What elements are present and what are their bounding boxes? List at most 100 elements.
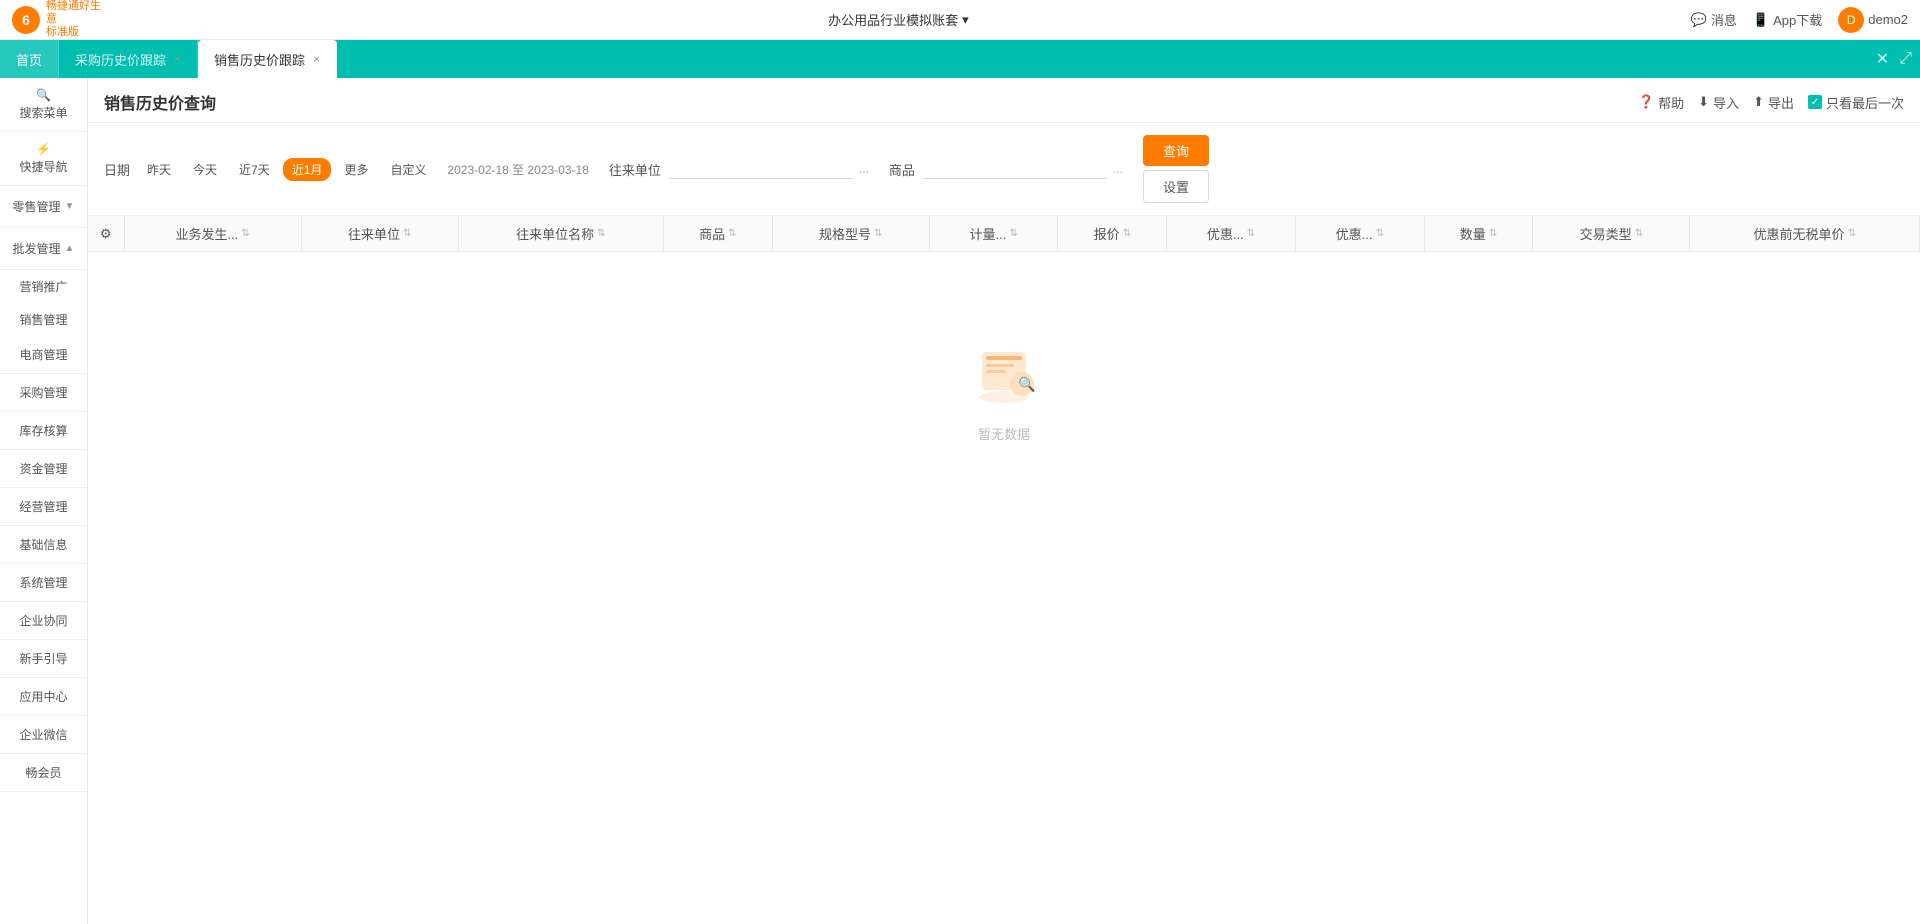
only-last-checkbox[interactable]: 只看最后一次 — [1808, 93, 1904, 112]
partner-input-group: ... — [669, 159, 869, 179]
date-btn-more[interactable]: 更多 — [335, 158, 377, 181]
date-buttons: 昨天 今天 近7天 近1月 更多 自定义 — [138, 158, 435, 181]
chevron-down-icon: ▼ — [65, 201, 75, 212]
help-button[interactable]: ❓ 帮助 — [1638, 93, 1684, 112]
fullscreen-action[interactable]: ⤢ — [1899, 50, 1912, 68]
th-partner-code[interactable]: 往来单位 ⇅ — [301, 216, 458, 252]
table-header-row: ⚙ 业务发生... ⇅ 往来单位 ⇅ — [88, 216, 1920, 252]
partner-label: 往来单位 — [609, 160, 661, 179]
sidebar-item-appstore[interactable]: 应用中心 — [0, 678, 87, 716]
th-biz-date[interactable]: 业务发生... ⇅ — [124, 216, 301, 252]
sort-icon: ⇅ — [403, 228, 411, 239]
th-price[interactable]: 报价 ⇅ — [1058, 216, 1167, 252]
sort-icon: ⇅ — [1489, 228, 1497, 239]
app-download-button[interactable]: 📱 App下载 — [1753, 10, 1822, 29]
th-discount1[interactable]: 优惠... ⇅ — [1167, 216, 1296, 252]
date-btn-7days[interactable]: 近7天 — [230, 158, 279, 181]
partner-dots: ... — [859, 162, 869, 176]
app-selector[interactable]: 办公用品行业模拟账套 ▾ — [828, 10, 969, 29]
sidebar-item-wechat[interactable]: 企业微信 — [0, 716, 87, 754]
tab-purchase[interactable]: 采购历史价跟踪 × — [59, 40, 198, 78]
sidebar-item-member[interactable]: 畅会员 — [0, 754, 87, 792]
close-purchase-tab[interactable]: × — [174, 52, 181, 66]
th-trade-type[interactable]: 交易类型 ⇅ — [1533, 216, 1690, 252]
close-tab-action[interactable]: ✕ — [1876, 49, 1889, 69]
th-spec[interactable]: 规格型号 ⇅ — [772, 216, 929, 252]
tabbar-actions: ✕ ⤢ — [1868, 40, 1920, 78]
date-btn-yesterday[interactable]: 昨天 — [138, 158, 180, 181]
sidebar-item-finance[interactable]: 资金管理 — [0, 450, 87, 488]
empty-state: 🔍 暂无数据 — [88, 252, 1920, 523]
import-button[interactable]: ⬇ 导入 — [1698, 93, 1739, 112]
th-product[interactable]: 商品 ⇅ — [664, 216, 773, 252]
content-area: 销售历史价查询 ❓ 帮助 ⬇ 导入 ⬆ 导出 只看最后一次 — [88, 78, 1920, 924]
sort-icon: ⇅ — [728, 228, 736, 239]
user-menu[interactable]: D demo2 — [1838, 7, 1908, 33]
th-settings[interactable]: ⚙ — [88, 216, 124, 252]
sidebar-item-guide[interactable]: 新手引导 — [0, 640, 87, 678]
date-btn-1month[interactable]: 近1月 — [283, 158, 332, 181]
sort-icon: ⇅ — [597, 228, 605, 239]
th-quantity[interactable]: 数量 ⇅ — [1424, 216, 1533, 252]
partner-input[interactable] — [669, 159, 853, 179]
sort-icon: ⇅ — [874, 228, 882, 239]
query-button[interactable]: 查询 — [1143, 135, 1209, 166]
topbar-right: 💬 消息 📱 App下载 D demo2 — [1691, 7, 1908, 33]
product-dots: ... — [1113, 162, 1123, 176]
avatar: D — [1838, 7, 1864, 33]
topbar: 6 畅捷通好生意 标准版 办公用品行业模拟账套 ▾ 💬 消息 📱 App下载 D… — [0, 0, 1920, 40]
product-filter-group: 商品 ... — [889, 159, 1123, 179]
product-input[interactable] — [923, 159, 1107, 179]
date-label: 日期 — [104, 160, 130, 179]
sidebar-item-ecommerce[interactable]: 电商管理 — [0, 336, 87, 374]
sidebar-item-inventory[interactable]: 库存核算 — [0, 412, 87, 450]
sidebar-item-enterprise[interactable]: 企业协同 — [0, 602, 87, 640]
sidebar-item-search[interactable]: 🔍 搜索菜单 — [0, 78, 87, 132]
export-button[interactable]: ⬆ 导出 — [1753, 93, 1794, 112]
chevron-down-icon: ▾ — [962, 12, 969, 28]
filter-bar: 日期 昨天 今天 近7天 近1月 更多 自定义 2023-02-18 至 202… — [88, 123, 1920, 216]
tabbar: 首页 采购历史价跟踪 × 销售历史价跟踪 × ✕ ⤢ — [0, 40, 1920, 78]
tab-sales[interactable]: 销售历史价跟踪 × — [198, 40, 337, 78]
sidebar: 🔍 搜索菜单 ⚡ 快捷导航 零售管理 ▼ 批发管理 ▲ 营销推广 销售管理 电商… — [0, 78, 88, 924]
sidebar-item-quicknav[interactable]: ⚡ 快捷导航 — [0, 132, 87, 186]
sort-icon: ⇅ — [1247, 228, 1255, 239]
sidebar-item-system[interactable]: 系统管理 — [0, 564, 87, 602]
sidebar-item-marketing[interactable]: 营销推广 — [0, 270, 87, 303]
sidebar-item-wholesale[interactable]: 批发管理 ▲ — [0, 228, 87, 270]
empty-text: 暂无数据 — [978, 424, 1030, 443]
tab-home[interactable]: 首页 — [0, 40, 59, 78]
close-sales-tab[interactable]: × — [313, 52, 320, 66]
th-partner-name[interactable]: 往来单位名称 ⇅ — [458, 216, 663, 252]
sidebar-item-purchase[interactable]: 采购管理 — [0, 374, 87, 412]
svg-text:🔍: 🔍 — [1018, 375, 1035, 393]
page-header: 销售历史价查询 ❓ 帮助 ⬇ 导入 ⬆ 导出 只看最后一次 — [88, 78, 1920, 123]
date-btn-today[interactable]: 今天 — [184, 158, 226, 181]
sidebar-item-retail[interactable]: 零售管理 ▼ — [0, 186, 87, 228]
table-container: ⚙ 业务发生... ⇅ 往来单位 ⇅ — [88, 216, 1920, 924]
logo-icon: 6 — [12, 6, 40, 34]
product-input-group: ... — [923, 159, 1123, 179]
checkbox-icon — [1808, 95, 1822, 109]
th-discount2[interactable]: 优惠... ⇅ — [1295, 216, 1424, 252]
help-icon: ❓ — [1638, 94, 1654, 110]
date-btn-custom[interactable]: 自定义 — [381, 158, 435, 181]
filter-actions: 查询 设置 — [1143, 135, 1209, 203]
sidebar-item-basic[interactable]: 基础信息 — [0, 526, 87, 564]
date-filter-group: 日期 昨天 今天 近7天 近1月 更多 自定义 2023-02-18 至 202… — [104, 158, 589, 181]
page-header-actions: ❓ 帮助 ⬇ 导入 ⬆ 导出 只看最后一次 — [1638, 93, 1904, 112]
page-title: 销售历史价查询 — [104, 90, 216, 114]
product-label: 商品 — [889, 160, 915, 179]
partner-filter-group: 往来单位 ... — [609, 159, 869, 179]
sort-icon: ⇅ — [1847, 228, 1855, 239]
sort-icon: ⇅ — [1635, 228, 1643, 239]
topbar-center: 办公用品行业模拟账套 ▾ — [828, 10, 969, 29]
settings-button[interactable]: 设置 — [1143, 170, 1209, 203]
sidebar-item-operations[interactable]: 经营管理 — [0, 488, 87, 526]
quicknav-icon: ⚡ — [36, 142, 51, 156]
th-unit[interactable]: 计量... ⇅ — [929, 216, 1058, 252]
message-button[interactable]: 💬 消息 — [1691, 10, 1737, 29]
sidebar-item-sales-mgmt[interactable]: 销售管理 — [0, 303, 87, 336]
data-table: ⚙ 业务发生... ⇅ 往来单位 ⇅ — [88, 216, 1920, 252]
th-pretax-price[interactable]: 优惠前无税单价 ⇅ — [1690, 216, 1920, 252]
